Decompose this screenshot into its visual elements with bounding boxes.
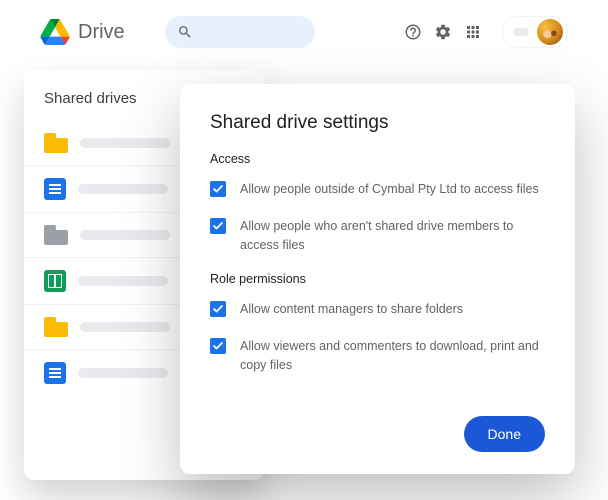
folder-icon	[44, 317, 68, 337]
search-input[interactable]	[165, 16, 315, 48]
role-option: Allow content managers to share folders	[210, 300, 545, 319]
access-option: Allow people who aren't shared drive mem…	[210, 217, 545, 255]
account-chip[interactable]	[502, 16, 568, 48]
checkbox[interactable]	[210, 181, 226, 197]
role-section-label: Role permissions	[210, 272, 545, 286]
drive-logo[interactable]: Drive	[40, 19, 125, 45]
checkbox[interactable]	[210, 301, 226, 317]
drive-name-placeholder	[78, 184, 168, 194]
modal-title: Shared drive settings	[210, 112, 545, 134]
role-option: Allow viewers and commenters to download…	[210, 337, 545, 375]
drive-icon	[40, 19, 70, 45]
option-label: Allow viewers and commenters to download…	[240, 337, 545, 375]
docs-icon	[44, 362, 66, 384]
checkbox[interactable]	[210, 338, 226, 354]
sheets-icon	[44, 270, 66, 292]
checkbox[interactable]	[210, 218, 226, 234]
drive-name-placeholder	[80, 138, 170, 148]
option-label: Allow people who aren't shared drive mem…	[240, 217, 545, 255]
drive-name-placeholder	[80, 230, 170, 240]
apps-icon[interactable]	[464, 23, 482, 41]
access-option: Allow people outside of Cymbal Pty Ltd t…	[210, 180, 545, 199]
settings-icon[interactable]	[434, 23, 452, 41]
account-label-placeholder	[513, 28, 529, 36]
option-label: Allow content managers to share folders	[240, 300, 463, 319]
avatar	[537, 19, 563, 45]
docs-icon	[44, 178, 66, 200]
topbar-icons	[404, 16, 568, 48]
access-section-label: Access	[210, 152, 545, 166]
search-icon	[177, 24, 193, 40]
drive-name-placeholder	[78, 368, 168, 378]
folder-icon	[44, 133, 68, 153]
topbar: Drive	[0, 0, 608, 64]
drive-name-placeholder	[78, 276, 168, 286]
drive-name: Drive	[78, 21, 125, 44]
folder-icon	[44, 225, 68, 245]
done-button[interactable]: Done	[464, 416, 545, 452]
drive-name-placeholder	[80, 322, 170, 332]
help-icon[interactable]	[404, 23, 422, 41]
option-label: Allow people outside of Cymbal Pty Ltd t…	[240, 180, 539, 199]
shared-drive-settings-modal: Shared drive settings Access Allow peopl…	[180, 84, 575, 474]
